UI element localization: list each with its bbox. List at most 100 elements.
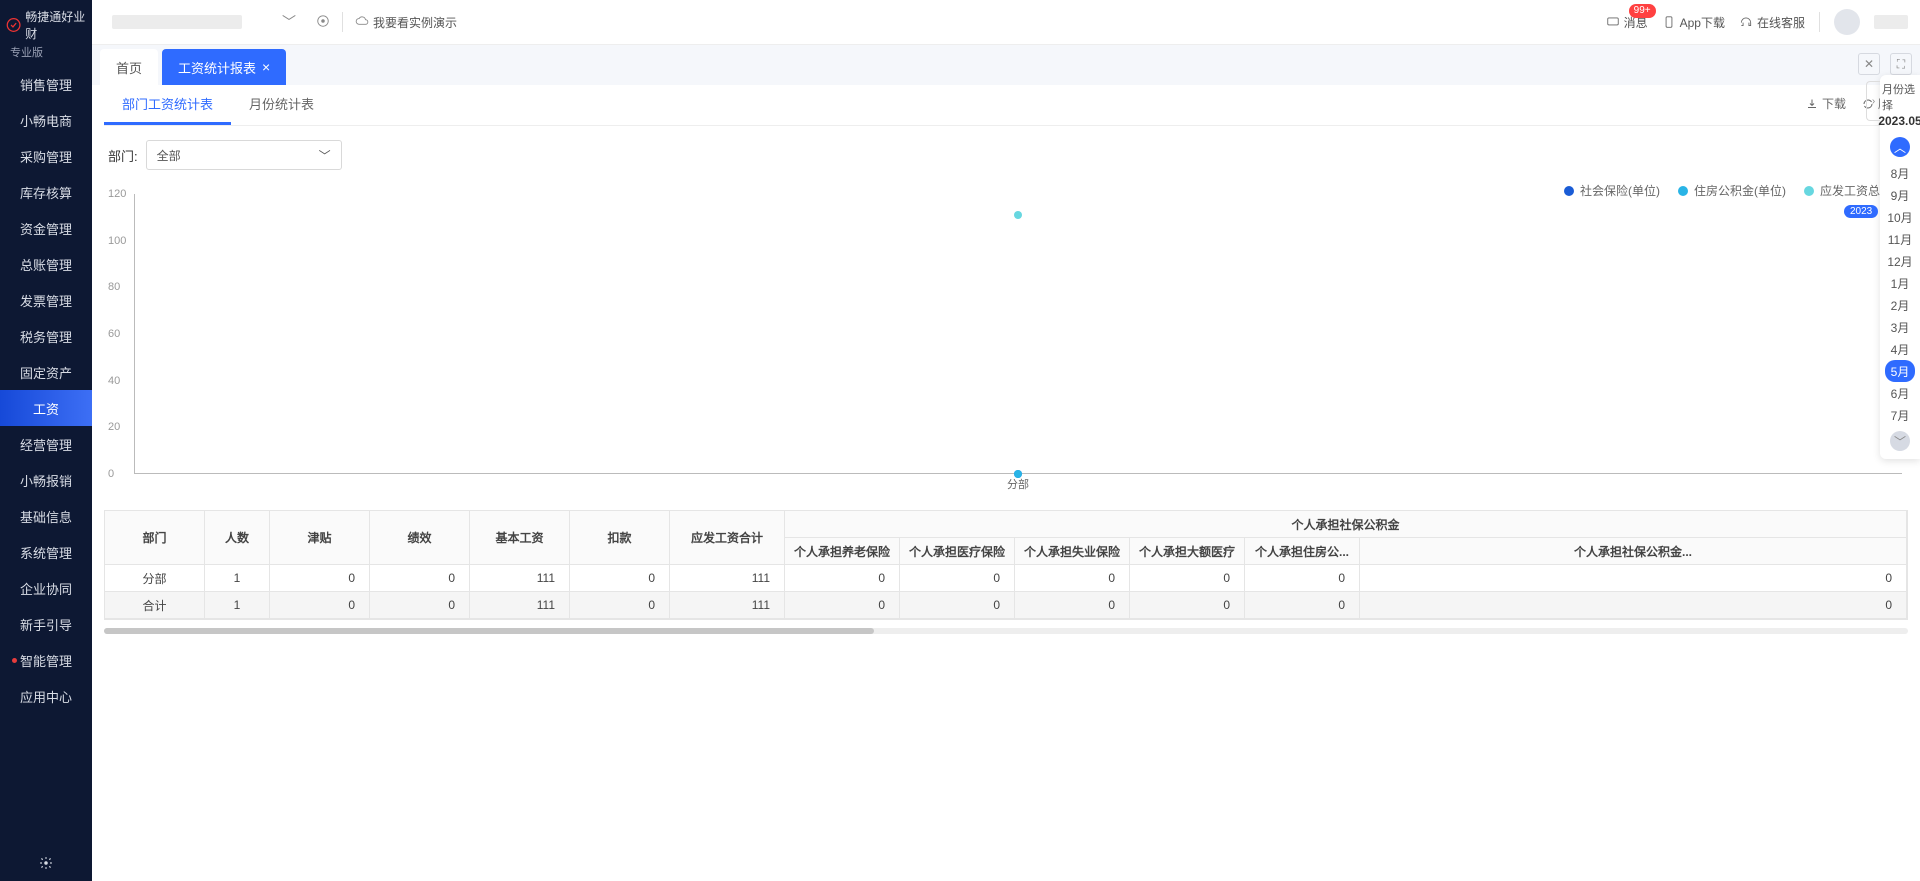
tabstrip-actions: ✕ ⛶ (1858, 53, 1912, 75)
sidebar-item-9[interactable]: 工资 (0, 390, 92, 426)
table-cell: 0 (900, 592, 1015, 619)
sidebar-item-label: 税务管理 (20, 327, 72, 346)
support-label: 在线客服 (1757, 14, 1805, 31)
sidebar-item-1[interactable]: 小畅电商 (0, 102, 92, 138)
close-icon[interactable]: × (262, 59, 270, 75)
table-cell: 0 (1360, 592, 1907, 619)
sidebar-item-11[interactable]: 小畅报销 (0, 462, 92, 498)
subtab-dept-stats[interactable]: 部门工资统计表 (104, 85, 231, 125)
sidebar-item-17[interactable]: 应用中心 (0, 678, 92, 714)
subtab-month-stats[interactable]: 月份统计表 (231, 85, 332, 125)
month-item[interactable]: 6月 (1885, 382, 1915, 404)
sidebar-item-6[interactable]: 发票管理 (0, 282, 92, 318)
month-item[interactable]: 10月 (1885, 206, 1915, 228)
chart-point (1014, 470, 1022, 478)
table-cell: 0 (1130, 592, 1245, 619)
demo-link[interactable]: 我要看实例演示 (355, 14, 457, 31)
avatar[interactable] (1834, 9, 1860, 35)
th-g6: 个人承担社保公积金... (1360, 538, 1907, 565)
tab-salary-report[interactable]: 工资统计报表 × (162, 49, 286, 85)
month-item[interactable]: 3月 (1885, 316, 1915, 338)
month-item[interactable]: 9月 (1885, 184, 1915, 206)
brand-block: 畅捷通好业财 (0, 0, 92, 46)
org-selector[interactable]: ﹀ (104, 9, 304, 35)
month-item[interactable]: 7月 (1885, 404, 1915, 426)
month-item[interactable]: 4月 (1885, 338, 1915, 360)
y-tick-label: 20 (108, 421, 120, 433)
salary-chart: 社会保险(单位)住房公积金(单位)应发工资总额 020406080100120分… (104, 182, 1908, 492)
chart-y-axis (134, 194, 135, 474)
table-cell: 0 (370, 565, 470, 592)
table-cell: 111 (670, 592, 785, 619)
org-settings-button[interactable] (316, 14, 330, 31)
sidebar-item-label: 智能管理 (20, 651, 72, 670)
cloud-icon (355, 15, 369, 29)
support-button[interactable]: 在线客服 (1739, 14, 1805, 31)
sidebar-item-label: 应用中心 (20, 687, 72, 706)
th-g4: 个人承担大额医疗 (1130, 538, 1245, 565)
th-dept: 部门 (105, 511, 205, 565)
app-download-button[interactable]: App下载 (1662, 14, 1725, 31)
th-g5: 个人承担住房公... (1245, 538, 1360, 565)
sidebar-settings-button[interactable] (0, 845, 92, 881)
horizontal-scrollbar[interactable] (104, 628, 1908, 638)
month-picker-title: 月份选择 (1882, 81, 1918, 113)
divider (342, 12, 343, 32)
gear-icon (39, 856, 53, 870)
download-button[interactable]: 下载 (1806, 95, 1846, 112)
month-item[interactable]: 12月 (1885, 250, 1915, 272)
sidebar-item-14[interactable]: 企业协同 (0, 570, 92, 606)
th-allowance: 津贴 (270, 511, 370, 565)
sidebar-item-label: 小畅报销 (20, 471, 72, 490)
sidebar-item-13[interactable]: 系统管理 (0, 534, 92, 570)
table-cell: 0 (1245, 565, 1360, 592)
sidebar-item-5[interactable]: 总账管理 (0, 246, 92, 282)
month-scroll-up[interactable]: ︿ (1890, 137, 1910, 157)
sidebar-item-16[interactable]: 智能管理 (0, 642, 92, 678)
y-tick-label: 40 (108, 375, 120, 387)
tab-home[interactable]: 首页 (100, 49, 158, 85)
message-icon (1606, 15, 1620, 29)
brand-edition: 专业版 (0, 44, 92, 60)
sidebar-item-label: 经营管理 (20, 435, 72, 454)
month-item[interactable]: 1月 (1885, 272, 1915, 294)
month-picker-panel: › 月份选择 2023.05 ︿ 8月9月10月11月12月1月2月3月4月5月… (1880, 75, 1920, 459)
dept-select-value: 全部 (157, 147, 181, 164)
fullscreen-button[interactable]: ⛶ (1890, 53, 1912, 75)
th-g1: 个人承担养老保险 (785, 538, 900, 565)
month-item[interactable]: 11月 (1885, 228, 1915, 250)
filter-row: 部门: 全部 ﹀ (104, 140, 1908, 170)
month-scroll-down[interactable]: ﹀ (1890, 431, 1910, 451)
phone-icon (1662, 15, 1676, 29)
table-cell: 111 (670, 565, 785, 592)
chevron-down-icon: ﹀ (319, 147, 331, 164)
sidebar-item-7[interactable]: 税务管理 (0, 318, 92, 354)
sidebar-item-2[interactable]: 采购管理 (0, 138, 92, 174)
month-item[interactable]: 2月 (1885, 294, 1915, 316)
messages-button[interactable]: 消息 99+ (1606, 14, 1648, 31)
sidebar-item-label: 总账管理 (20, 255, 72, 274)
table-cell: 0 (570, 592, 670, 619)
sidebar-item-8[interactable]: 固定资产 (0, 354, 92, 390)
th-group: 个人承担社保公积金 (785, 511, 1907, 538)
sidebar-item-12[interactable]: 基础信息 (0, 498, 92, 534)
month-item[interactable]: 5月 (1885, 360, 1915, 382)
sidebar-item-label: 工资 (33, 399, 59, 418)
sidebar-item-3[interactable]: 库存核算 (0, 174, 92, 210)
sidebar-item-10[interactable]: 经营管理 (0, 426, 92, 462)
red-dot-icon (12, 658, 17, 663)
close-all-tabs-button[interactable]: ✕ (1858, 53, 1880, 75)
table-row: 分部1001110111000000 (105, 565, 1907, 592)
sidebar-item-label: 采购管理 (20, 147, 72, 166)
month-item[interactable]: 8月 (1885, 162, 1915, 184)
th-count: 人数 (205, 511, 270, 565)
filter-dept-label: 部门: (108, 146, 138, 165)
sidebar-item-15[interactable]: 新手引导 (0, 606, 92, 642)
dept-select[interactable]: 全部 ﹀ (146, 140, 342, 170)
download-label: 下载 (1822, 95, 1846, 112)
sidebar-item-0[interactable]: 销售管理 (0, 66, 92, 102)
th-perf: 绩效 (370, 511, 470, 565)
sidebar-item-4[interactable]: 资金管理 (0, 210, 92, 246)
table-cell: 1 (205, 565, 270, 592)
panel-collapse-handle[interactable]: › (1866, 81, 1880, 121)
